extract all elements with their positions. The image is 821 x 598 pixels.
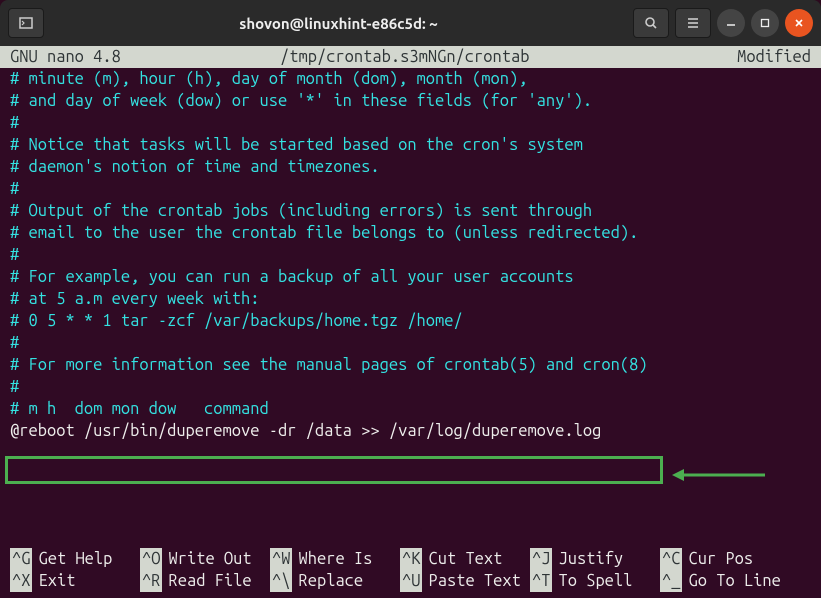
shortcut-label: Get Help xyxy=(38,548,112,570)
window-titlebar: shovon@linuxhint-e86c5d: ~ xyxy=(0,0,821,46)
shortcut-key: ^U xyxy=(400,570,422,592)
footer-shortcut-pastetext: ^U Paste Text xyxy=(400,570,530,592)
editor-line: # Notice that tasks will be started base… xyxy=(10,134,811,156)
nano-filepath: /tmp/crontab.s3mNGn/crontab xyxy=(280,46,737,68)
nano-header: GNU nano 4.8 /tmp/crontab.s3mNGn/crontab… xyxy=(0,46,821,68)
shortcut-label: Replace xyxy=(298,570,363,592)
shortcut-key: ^X xyxy=(10,570,32,592)
editor-line: # email to the user the crontab file bel… xyxy=(10,222,811,244)
shortcut-label: Write Out xyxy=(168,548,251,570)
shortcut-label: Cut Text xyxy=(428,548,502,570)
shortcut-key: ^G xyxy=(10,548,32,570)
footer-shortcut-curpos: ^C Cur Pos xyxy=(660,548,790,570)
editor-line: # xyxy=(10,332,811,354)
footer-shortcut-writeout: ^O Write Out xyxy=(140,548,270,570)
shortcut-key: ^K xyxy=(400,548,422,570)
shortcut-label: To Spell xyxy=(558,570,632,592)
editor-line: # For more information see the manual pa… xyxy=(10,354,811,376)
editor-line: # Output of the crontab jobs (including … xyxy=(10,200,811,222)
footer-shortcut-tospell: ^T To Spell xyxy=(530,570,660,592)
shortcut-key: ^T xyxy=(530,570,552,592)
editor-line: # xyxy=(10,178,811,200)
footer-shortcut-whereis: ^W Where Is xyxy=(270,548,400,570)
footer-shortcut-readfile: ^R Read File xyxy=(140,570,270,592)
editor-line: # and day of week (dow) or use '*' in th… xyxy=(10,90,811,112)
shortcut-label: Exit xyxy=(38,570,75,592)
footer-shortcut-help: ^G Get Help xyxy=(10,548,140,570)
footer-row: ^X Exit ^R Read File ^\ Replace ^U Paste Tex… xyxy=(10,570,811,592)
search-button[interactable] xyxy=(633,8,669,38)
nano-footer: ^G Get Help ^O Write Out ^W Where Is ^K Cut … xyxy=(10,548,811,592)
shortcut-key: ^J xyxy=(530,548,552,570)
shortcut-key: ^O xyxy=(140,548,162,570)
footer-shortcut-gotoline: ^_ Go To Line xyxy=(660,570,790,592)
minimize-button[interactable] xyxy=(717,9,745,37)
search-icon xyxy=(643,15,659,31)
nano-status: Modified xyxy=(737,46,811,68)
editor-line: # For example, you can run a backup of a… xyxy=(10,266,811,288)
shortcut-label: Read File xyxy=(168,570,251,592)
minimize-icon xyxy=(726,18,736,28)
terminal-body[interactable]: GNU nano 4.8 /tmp/crontab.s3mNGn/crontab… xyxy=(0,46,821,598)
shortcut-key: ^\ xyxy=(270,570,292,592)
window-title: shovon@linuxhint-e86c5d: ~ xyxy=(52,15,625,32)
footer-row: ^G Get Help ^O Write Out ^W Where Is ^K Cut … xyxy=(10,548,811,570)
annotation-arrow-icon xyxy=(670,465,770,485)
annotation-highlight-box xyxy=(5,456,663,484)
close-button[interactable] xyxy=(785,9,813,37)
editor-line: # xyxy=(10,112,811,134)
hamburger-icon xyxy=(685,15,701,31)
shortcut-label: Cur Pos xyxy=(688,548,753,570)
editor-active-line: @reboot /usr/bin/duperemove -dr /data >>… xyxy=(10,420,811,442)
shortcut-label: Paste Text xyxy=(428,570,520,592)
shortcut-label: Go To Line xyxy=(688,570,780,592)
shortcut-key: ^C xyxy=(660,548,682,570)
menu-button[interactable] xyxy=(675,8,711,38)
maximize-icon xyxy=(760,18,770,28)
new-tab-button[interactable] xyxy=(8,8,44,38)
editor-line: # at 5 a.m every week with: xyxy=(10,288,811,310)
footer-shortcut-justify: ^J Justify xyxy=(530,548,660,570)
editor-line: # minute (m), hour (h), day of month (do… xyxy=(10,68,811,90)
editor-content[interactable]: # minute (m), hour (h), day of month (do… xyxy=(0,68,821,442)
footer-shortcut-replace: ^\ Replace xyxy=(270,570,400,592)
footer-shortcut-exit: ^X Exit xyxy=(10,570,140,592)
shortcut-key: ^R xyxy=(140,570,162,592)
maximize-button[interactable] xyxy=(751,9,779,37)
shortcut-label: Where Is xyxy=(298,548,372,570)
shortcut-label: Justify xyxy=(558,548,623,570)
editor-line: # m h dom mon dow command xyxy=(10,398,811,420)
nano-app-name: GNU nano 4.8 xyxy=(10,46,280,68)
editor-line: # xyxy=(10,376,811,398)
footer-shortcut-cuttext: ^K Cut Text xyxy=(400,548,530,570)
shortcut-key: ^W xyxy=(270,548,292,570)
editor-line: # daemon's notion of time and timezones. xyxy=(10,156,811,178)
editor-line: # 0 5 * * 1 tar -zcf /var/backups/home.t… xyxy=(10,310,811,332)
shortcut-key: ^_ xyxy=(660,570,682,592)
close-icon xyxy=(794,18,804,28)
terminal-tab-icon xyxy=(18,15,34,31)
editor-line: # xyxy=(10,244,811,266)
